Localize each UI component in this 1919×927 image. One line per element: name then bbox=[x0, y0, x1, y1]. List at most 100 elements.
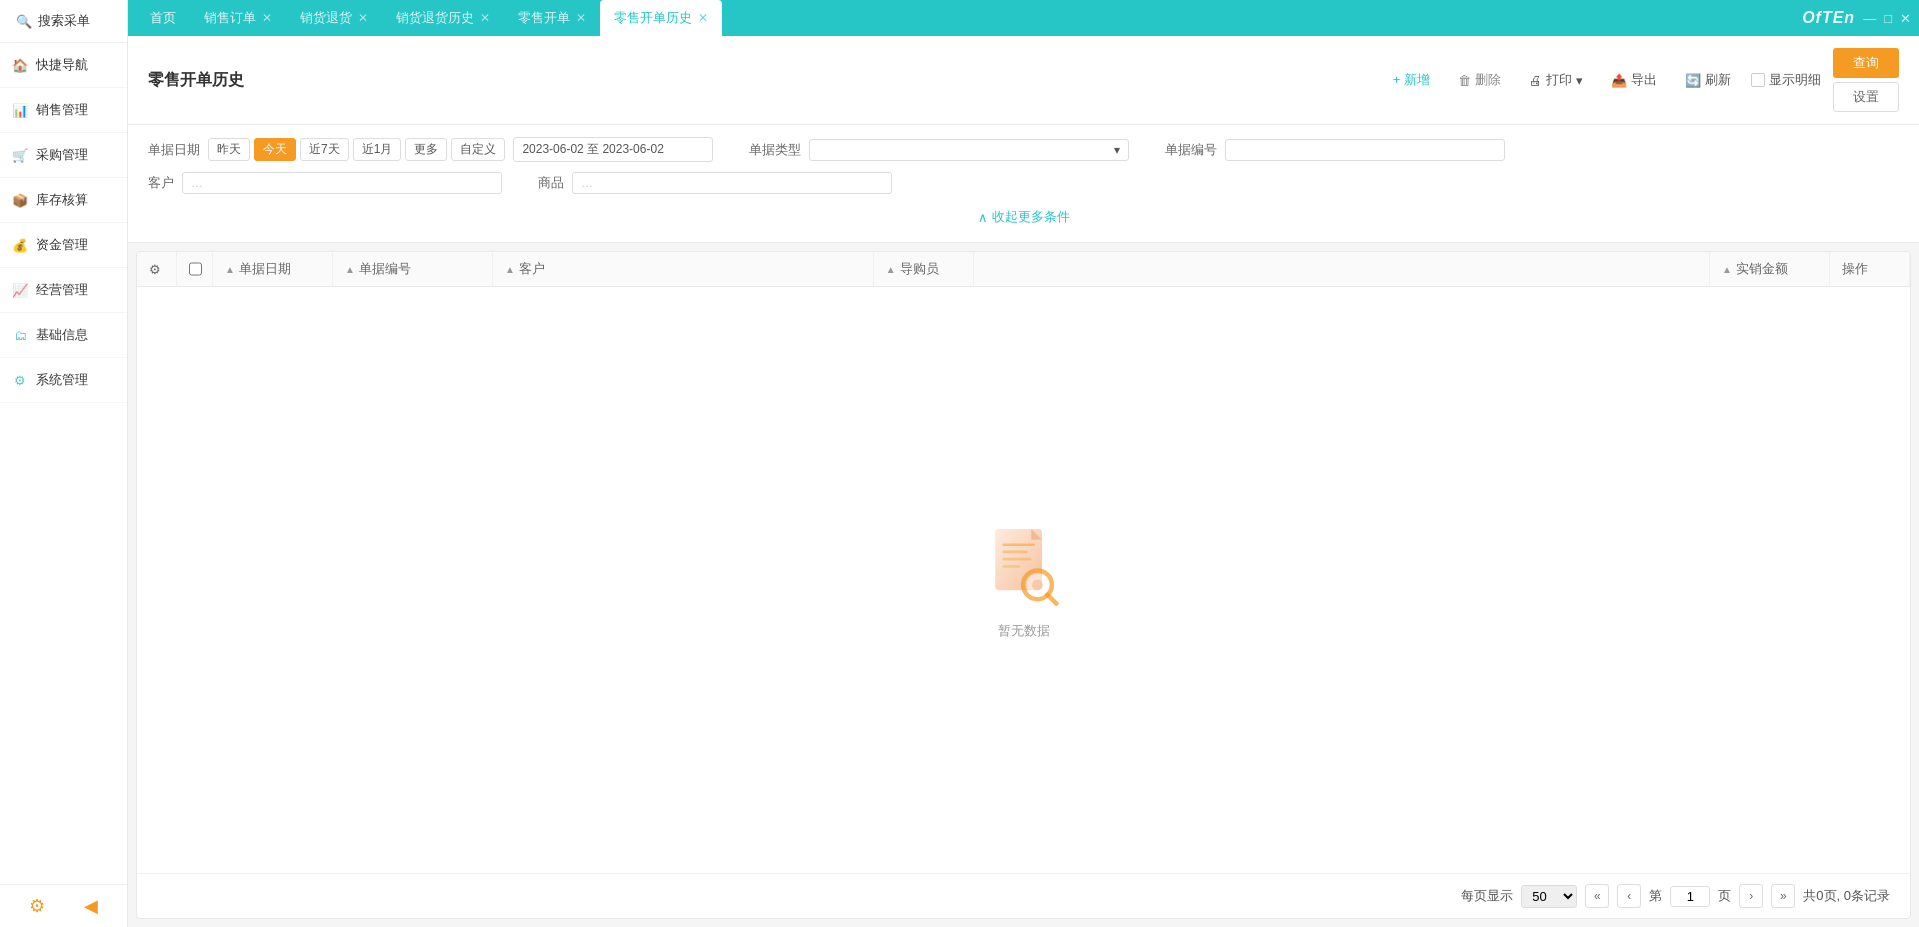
date-btn-today[interactable]: 今天 bbox=[254, 138, 296, 161]
table-area: ⚙ ▲ 单据日期 ▲ 单据编号 ▲ 客户 ▲ bbox=[136, 251, 1911, 919]
sidebar-item-quick-nav[interactable]: 🏠 快捷导航 bbox=[0, 43, 127, 88]
filter-row-2: 客户 … 商品 … bbox=[148, 172, 1899, 194]
ops-icon: 📈 bbox=[10, 280, 30, 300]
query-button[interactable]: 查询 bbox=[1833, 48, 1899, 78]
window-minimize[interactable]: — bbox=[1863, 11, 1876, 26]
refresh-label: 刷新 bbox=[1705, 71, 1731, 89]
empty-text: 暂无数据 bbox=[998, 622, 1050, 640]
sidebar-item-label: 资金管理 bbox=[36, 236, 88, 254]
sidebar-item-basic-info[interactable]: 🗂 基础信息 bbox=[0, 313, 127, 358]
date-btn-1month[interactable]: 近1月 bbox=[353, 138, 402, 161]
last-page-button[interactable]: » bbox=[1771, 884, 1795, 908]
sort-asc-icon-amt: ▲ bbox=[1722, 264, 1732, 275]
setting-button[interactable]: 设置 bbox=[1833, 82, 1899, 112]
select-all-checkbox[interactable] bbox=[189, 261, 202, 277]
sidebar-search[interactable]: 🔍 搜索采单 bbox=[0, 0, 127, 43]
filter-row-1: 单据日期 昨天 今天 近7天 近1月 更多 自定义 2023-06-02 至 2… bbox=[148, 137, 1899, 162]
th-settings: ⚙ bbox=[137, 252, 177, 286]
page-number-input[interactable]: 1 bbox=[1670, 886, 1710, 907]
tab-home[interactable]: 首页 bbox=[136, 0, 190, 36]
date-btn-yesterday[interactable]: 昨天 bbox=[208, 138, 250, 161]
tab-retail-open-label: 零售开单 bbox=[518, 9, 570, 27]
sidebar-item-purchase-mgmt[interactable]: 🛒 采购管理 bbox=[0, 133, 127, 178]
sort-asc-icon-num: ▲ bbox=[345, 264, 355, 275]
table-header: ⚙ ▲ 单据日期 ▲ 单据编号 ▲ 客户 ▲ bbox=[137, 252, 1910, 287]
num-input[interactable] bbox=[1225, 139, 1505, 161]
filter-type: 单据类型 ▾ bbox=[749, 139, 1129, 161]
tab-retail-history[interactable]: 零售开单历史 ✕ bbox=[600, 0, 722, 36]
sidebar-item-inventory[interactable]: 📦 库存核算 bbox=[0, 178, 127, 223]
tab-sales-return-close[interactable]: ✕ bbox=[358, 11, 368, 25]
tab-retail-open-close[interactable]: ✕ bbox=[576, 11, 586, 25]
window-close[interactable]: ✕ bbox=[1900, 11, 1911, 26]
th-guide-label: 导购员 bbox=[900, 260, 939, 278]
collapse-label: 收起更多条件 bbox=[992, 208, 1070, 226]
customer-select[interactable]: … bbox=[182, 172, 502, 194]
th-num[interactable]: ▲ 单据编号 bbox=[333, 252, 493, 286]
th-date[interactable]: ▲ 单据日期 bbox=[213, 252, 333, 286]
collapse-button[interactable]: ∧ 收起更多条件 bbox=[978, 204, 1070, 230]
tab-retail-history-close[interactable]: ✕ bbox=[698, 11, 708, 25]
tab-sales-order-close[interactable]: ✕ bbox=[262, 11, 272, 25]
empty-state: 暂无数据 bbox=[137, 287, 1910, 873]
goods-select[interactable]: … bbox=[572, 172, 892, 194]
show-detail-label: 显示明细 bbox=[1769, 71, 1821, 89]
refresh-button[interactable]: 🔄 刷新 bbox=[1677, 67, 1739, 93]
sidebar-item-ops-mgmt[interactable]: 📈 经营管理 bbox=[0, 268, 127, 313]
sidebar-item-sales-mgmt[interactable]: 📊 销售管理 bbox=[0, 88, 127, 133]
next-page-button[interactable]: › bbox=[1739, 884, 1763, 908]
tab-retail-open[interactable]: 零售开单 ✕ bbox=[504, 0, 600, 36]
pagination: 每页显示 50 10 20 100 « ‹ 第 1 页 › » 共0页, 0条记… bbox=[137, 873, 1910, 918]
type-label: 单据类型 bbox=[749, 141, 801, 159]
date-range-input[interactable]: 2023-06-02 至 2023-06-02 bbox=[513, 137, 713, 162]
svg-rect-3 bbox=[1002, 558, 1031, 561]
th-checkbox bbox=[177, 252, 213, 286]
goods-label: 商品 bbox=[538, 174, 564, 192]
tab-sales-return-history[interactable]: 销货退货历史 ✕ bbox=[382, 0, 504, 36]
tab-sales-return-history-close[interactable]: ✕ bbox=[480, 11, 490, 25]
window-maximize[interactable]: □ bbox=[1884, 11, 1892, 26]
show-detail-toggle[interactable]: 显示明细 bbox=[1751, 71, 1821, 89]
type-select[interactable]: ▾ bbox=[809, 139, 1129, 161]
sidebar-item-label: 基础信息 bbox=[36, 326, 88, 344]
page-label: 第 bbox=[1649, 887, 1662, 905]
print-button[interactable]: 🖨 打印 ▾ bbox=[1521, 67, 1591, 93]
date-btn-custom[interactable]: 自定义 bbox=[451, 138, 505, 161]
prev-page-button[interactable]: ‹ bbox=[1617, 884, 1641, 908]
total-records: 共0页, 0条记录 bbox=[1803, 887, 1890, 905]
collapse-icon: ∧ bbox=[978, 210, 988, 225]
date-label: 单据日期 bbox=[148, 141, 200, 159]
per-page-select[interactable]: 50 10 20 100 bbox=[1521, 885, 1577, 908]
footer-collapse-icon[interactable]: ◀ bbox=[84, 895, 98, 917]
sidebar-item-label: 经营管理 bbox=[36, 281, 88, 299]
sidebar-item-finance[interactable]: 💰 资金管理 bbox=[0, 223, 127, 268]
first-page-button[interactable]: « bbox=[1585, 884, 1609, 908]
date-btn-more[interactable]: 更多 bbox=[405, 138, 447, 161]
th-customer[interactable]: ▲ 客户 bbox=[493, 252, 874, 286]
collapse-row: ∧ 收起更多条件 bbox=[148, 204, 1899, 230]
sidebar-item-sys-mgmt[interactable]: ⚙ 系统管理 bbox=[0, 358, 127, 403]
export-button[interactable]: 📤 导出 bbox=[1603, 67, 1665, 93]
print-dropdown-icon: ▾ bbox=[1576, 73, 1583, 88]
sidebar-item-label: 采购管理 bbox=[36, 146, 88, 164]
tab-sales-order[interactable]: 销售订单 ✕ bbox=[190, 0, 286, 36]
page-unit: 页 bbox=[1718, 887, 1731, 905]
tab-sales-return[interactable]: 销货退货 ✕ bbox=[286, 0, 382, 36]
print-label: 打印 bbox=[1546, 71, 1572, 89]
svg-rect-4 bbox=[1002, 565, 1020, 568]
th-date-label: 单据日期 bbox=[239, 260, 291, 278]
footer-settings-icon[interactable]: ⚙ bbox=[29, 895, 45, 917]
delete-button[interactable]: 🗑 删除 bbox=[1450, 67, 1509, 93]
th-amount[interactable]: ▲ 实销金额 bbox=[1710, 252, 1830, 286]
num-label: 单据编号 bbox=[1165, 141, 1217, 159]
date-btn-7days[interactable]: 近7天 bbox=[300, 138, 349, 161]
add-button[interactable]: + 新增 bbox=[1385, 67, 1438, 93]
brand-label: OfTEn bbox=[1802, 9, 1855, 27]
show-detail-checkbox[interactable] bbox=[1751, 73, 1765, 87]
th-guide[interactable]: ▲ 导购员 bbox=[874, 252, 974, 286]
sort-asc-icon: ▲ bbox=[225, 264, 235, 275]
delete-icon: 🗑 bbox=[1458, 73, 1471, 88]
refresh-icon: 🔄 bbox=[1685, 73, 1701, 88]
customer-placeholder: … bbox=[191, 176, 203, 190]
table-settings-icon[interactable]: ⚙ bbox=[149, 262, 161, 277]
